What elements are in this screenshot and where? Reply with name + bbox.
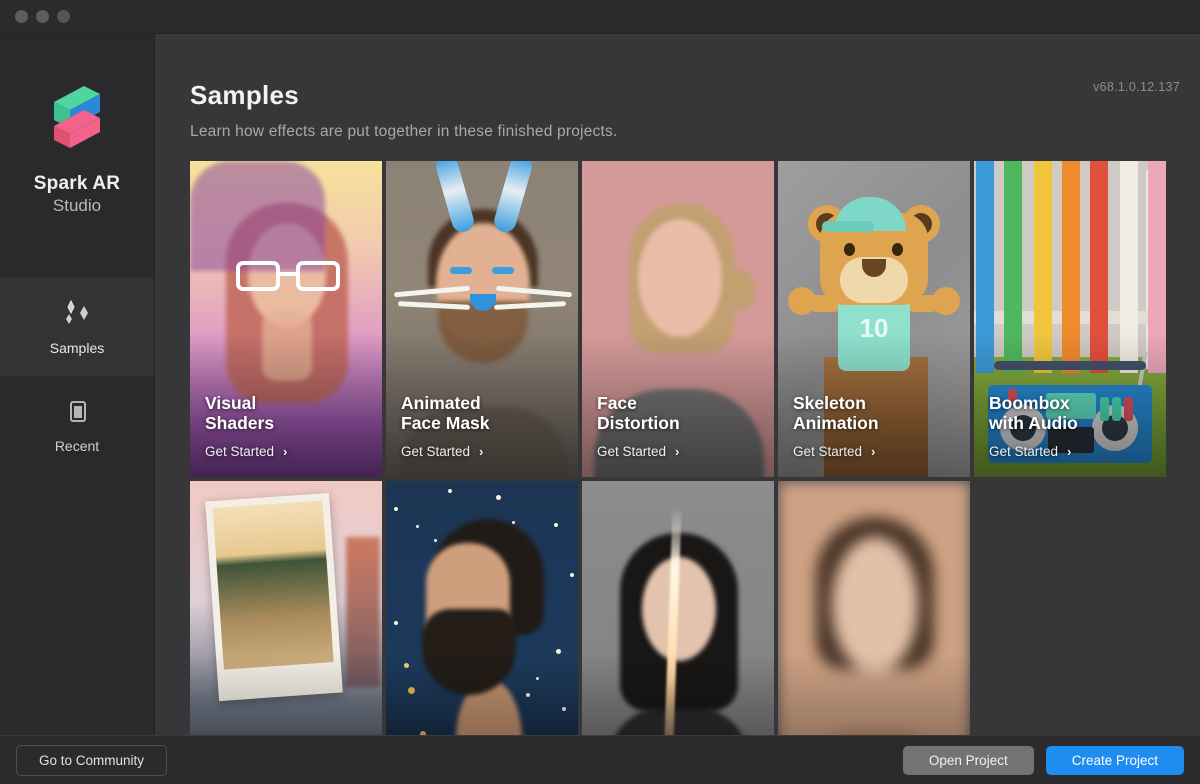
close-window-button[interactable] bbox=[15, 10, 28, 23]
main-content: v68.1.0.12.137 Samples Learn how effects… bbox=[155, 34, 1200, 735]
sidebar-item-samples-label: Samples bbox=[49, 339, 105, 356]
chevron-right-icon: › bbox=[479, 444, 484, 459]
page-title: Samples bbox=[190, 80, 300, 110]
bottom-toolbar: Go to Community Open Project Create Proj… bbox=[0, 735, 1200, 784]
sidebar-item-recent-label: Recent bbox=[54, 437, 100, 454]
samples-grid-wrapper: Visual Shaders Get Started › Animated Fa… bbox=[155, 161, 1200, 735]
get-started-label: Get Started bbox=[597, 444, 667, 459]
window-body: Spark AR Studio Samples Recent v68.1.0.1… bbox=[0, 34, 1200, 735]
app-window: Spark AR Studio Samples Recent v68.1.0.1… bbox=[0, 0, 1200, 784]
card-title: Animated Face Mask bbox=[401, 392, 490, 434]
create-project-button[interactable]: Create Project bbox=[1045, 745, 1184, 775]
glasses-overlay bbox=[236, 261, 340, 291]
chevron-right-icon: › bbox=[675, 444, 680, 459]
spark-ar-logo-icon bbox=[54, 85, 100, 148]
sample-card-animated-face-mask[interactable]: Animated Face Mask Get Started › bbox=[386, 161, 578, 477]
brand-subtitle: Studio bbox=[52, 196, 102, 216]
get-started-label: Get Started bbox=[989, 444, 1059, 459]
card-title: Face Distortion bbox=[597, 392, 680, 434]
maximize-window-button[interactable] bbox=[57, 10, 70, 23]
get-started-link[interactable]: Get Started › bbox=[597, 444, 764, 459]
sparkles-icon bbox=[60, 299, 94, 329]
get-started-link[interactable]: Get Started › bbox=[205, 444, 372, 459]
brand-block: Spark AR Studio bbox=[0, 34, 154, 278]
sample-card-visual-shaders[interactable]: Visual Shaders Get Started › bbox=[190, 161, 382, 477]
card-artwork bbox=[778, 481, 970, 735]
card-artwork bbox=[386, 481, 578, 735]
sample-card-holiday-card[interactable]: Holiday Card bbox=[190, 481, 382, 735]
sample-card-light-leak[interactable]: Light Leak bbox=[582, 481, 774, 735]
get-started-label: Get Started bbox=[793, 444, 863, 459]
go-to-community-button[interactable]: Go to Community bbox=[16, 744, 168, 776]
sample-card-boombox-with-audio[interactable]: Boombox with Audio Get Started › bbox=[974, 161, 1166, 477]
chevron-right-icon: › bbox=[283, 444, 288, 459]
brand-name: Spark AR bbox=[33, 172, 121, 194]
get-started-link[interactable]: Get Started › bbox=[793, 444, 960, 459]
sample-card-facezoom[interactable]: Facezoom bbox=[778, 481, 970, 735]
project-buttons: Open Project Create Project bbox=[902, 745, 1184, 775]
card-artwork bbox=[190, 481, 382, 735]
get-started-link[interactable]: Get Started › bbox=[989, 444, 1156, 459]
chevron-right-icon: › bbox=[1067, 444, 1072, 459]
page-subtitle: Learn how effects are put together in th… bbox=[190, 123, 618, 140]
chevron-right-icon: › bbox=[871, 444, 876, 459]
get-started-link[interactable]: Get Started › bbox=[401, 444, 568, 459]
sidebar-item-samples[interactable]: Samples bbox=[0, 278, 154, 376]
samples-grid: Visual Shaders Get Started › Animated Fa… bbox=[190, 161, 1200, 735]
sidebar: Spark AR Studio Samples Recent bbox=[0, 34, 155, 735]
jersey-number: 10 bbox=[859, 313, 889, 343]
card-title: Skeleton Animation bbox=[793, 392, 879, 434]
card-title: Boombox with Audio bbox=[989, 392, 1078, 434]
document-icon bbox=[60, 397, 94, 427]
card-artwork bbox=[582, 481, 774, 735]
titlebar bbox=[0, 0, 1200, 34]
open-project-button[interactable]: Open Project bbox=[902, 745, 1034, 775]
sidebar-item-recent[interactable]: Recent bbox=[0, 376, 154, 474]
sample-card-skeleton-animation[interactable]: 10 Skeleton Animation Get Started › bbox=[778, 161, 970, 477]
minimize-window-button[interactable] bbox=[36, 10, 49, 23]
sample-card-floating-particles[interactable]: Floating Particles bbox=[386, 481, 578, 735]
main-header: Samples Learn how effects are put togeth… bbox=[155, 34, 1200, 141]
get-started-label: Get Started bbox=[205, 444, 275, 459]
sample-card-face-distortion[interactable]: Face Distortion Get Started › bbox=[582, 161, 774, 477]
traffic-lights bbox=[15, 10, 70, 23]
get-started-label: Get Started bbox=[401, 444, 471, 459]
card-title: Visual Shaders bbox=[205, 392, 275, 434]
version-label: v68.1.0.12.137 bbox=[1093, 80, 1180, 94]
